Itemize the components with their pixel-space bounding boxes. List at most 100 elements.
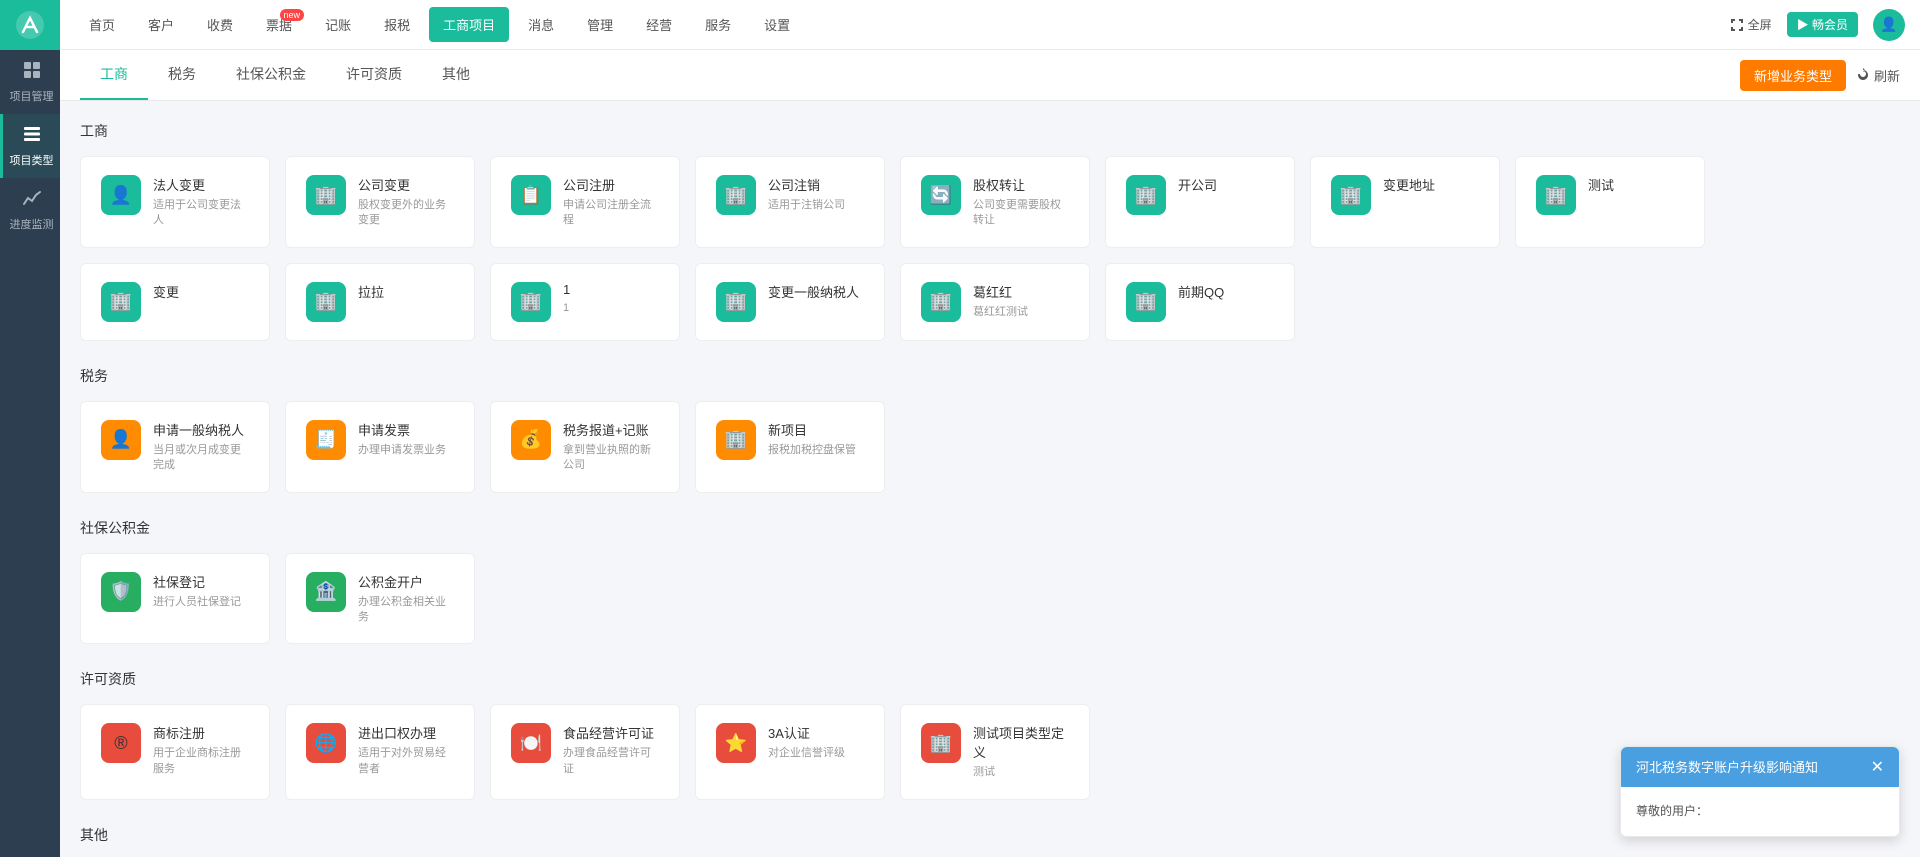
card-new-project[interactable]: 🏢 新项目 报税加税控盘保管: [695, 401, 885, 493]
card-apply-invoice-icon: 🧾: [306, 420, 346, 460]
card-apply-taxpayer-icon: 👤: [101, 420, 141, 460]
social-cards: 🛡️ 社保登记 进行人员社保登记 🏦 公积金开户 办理公积金相关业务: [80, 553, 1900, 645]
card-food-license-icon: 🍽️: [511, 723, 551, 763]
card-apply-invoice-desc: 办理申请发票业务: [358, 443, 454, 458]
card-early-qq[interactable]: 🏢 前期QQ: [1105, 263, 1295, 341]
card-social-register-desc: 进行人员社保登记: [153, 595, 249, 610]
sidebar-item-project-type[interactable]: 项目类型: [0, 114, 60, 178]
vip-button[interactable]: ▶ 畅会员: [1787, 12, 1858, 37]
card-one-desc: 1: [563, 301, 659, 316]
tickets-badge: new: [280, 9, 305, 21]
card-social-register-icon: 🛡️: [101, 572, 141, 612]
card-one-icon: 🏢: [511, 282, 551, 322]
card-apply-invoice[interactable]: 🧾 申请发票 办理申请发票业务: [285, 401, 475, 493]
card-change-name: 变更: [153, 282, 249, 301]
sidebar-item-progress-monitor[interactable]: 进度监测: [0, 178, 60, 242]
content-area: 工商 税务 社保公积金 许可资质 其他 新增业务类型 刷新 工商: [60, 50, 1920, 857]
card-open-company[interactable]: 🏢 开公司: [1105, 156, 1295, 248]
card-company-cancel[interactable]: 🏢 公司注销 适用于注销公司: [695, 156, 885, 248]
card-change-taxpayer-icon: 🏢: [716, 282, 756, 322]
tab-social-fund[interactable]: 社保公积金: [216, 50, 326, 100]
card-import-export[interactable]: 🌐 进出口权办理 适用于对外贸易经营者: [285, 704, 475, 799]
nav-accounting[interactable]: 记账: [311, 7, 365, 42]
nav-tax[interactable]: 报税: [370, 7, 424, 42]
avatar[interactable]: 👤: [1873, 9, 1905, 41]
card-company-change-name: 公司变更: [358, 175, 454, 194]
card-legal-change-desc: 适用于公司变更法人: [153, 198, 249, 229]
card-tax-accounting[interactable]: 💰 税务报道+记账 拿到营业执照的新公司: [490, 401, 680, 493]
card-gehonghong-name: 葛红红: [973, 282, 1069, 301]
refresh-button[interactable]: 刷新: [1856, 66, 1900, 85]
industry-section-title: 工商: [80, 121, 1900, 141]
card-new-project-icon: 🏢: [716, 420, 756, 460]
vip-label: 畅会员: [1812, 18, 1848, 32]
tax-section-title: 税务: [80, 366, 1900, 386]
new-type-button[interactable]: 新增业务类型: [1740, 60, 1846, 91]
card-equity-transfer[interactable]: 🔄 股权转让 公司变更需要股权转让: [900, 156, 1090, 248]
card-test[interactable]: 🏢 测试: [1515, 156, 1705, 248]
tab-other[interactable]: 其他: [422, 50, 490, 100]
notification-close-button[interactable]: ✕: [1871, 757, 1884, 777]
nav-billing[interactable]: 收费: [193, 7, 247, 42]
card-change-icon: 🏢: [101, 282, 141, 322]
card-apply-invoice-name: 申请发票: [358, 420, 454, 439]
card-early-qq-name: 前期QQ: [1178, 282, 1274, 301]
card-change-taxpayer[interactable]: 🏢 变更一般纳税人: [695, 263, 885, 341]
card-company-register-icon: 📋: [511, 175, 551, 215]
nav-customer[interactable]: 客户: [134, 7, 188, 42]
nav-operations[interactable]: 经营: [632, 7, 686, 42]
card-trademark[interactable]: ® 商标注册 用于企业商标注册服务: [80, 704, 270, 799]
card-social-register[interactable]: 🛡️ 社保登记 进行人员社保登记: [80, 553, 270, 645]
avatar-icon: 👤: [1880, 16, 1897, 33]
card-company-change[interactable]: 🏢 公司变更 股权变更外的业务变更: [285, 156, 475, 248]
card-3a-cert[interactable]: ⭐ 3A认证 对企业信誉评级: [695, 704, 885, 799]
refresh-icon: [1856, 68, 1870, 82]
card-equity-transfer-name: 股权转让: [973, 175, 1069, 194]
social-section-title: 社保公积金: [80, 518, 1900, 538]
card-apply-taxpayer-desc: 当月或次月成变更完成: [153, 443, 249, 474]
card-legal-change-icon: 👤: [101, 175, 141, 215]
page-content: 工商 👤 法人变更 适用于公司变更法人 🏢 公司变更 股权变更外的业务变更: [60, 101, 1920, 857]
refresh-label: 刷新: [1874, 66, 1900, 85]
card-fund-account[interactable]: 🏦 公积金开户 办理公积金相关业务: [285, 553, 475, 645]
nav-settings[interactable]: 设置: [750, 7, 804, 42]
tab-license[interactable]: 许可资质: [326, 50, 422, 100]
nav-industry[interactable]: 工商项目: [429, 7, 509, 42]
nav-tickets[interactable]: 票据 new: [252, 7, 306, 42]
card-gehonghong[interactable]: 🏢 葛红红 葛红红测试: [900, 263, 1090, 341]
card-test-type-def-desc: 测试: [973, 765, 1069, 780]
sidebar-item-project-type-label: 项目类型: [10, 152, 54, 168]
card-new-project-desc: 报税加税控盘保管: [768, 443, 864, 458]
card-one[interactable]: 🏢 1 1: [490, 263, 680, 341]
card-company-cancel-desc: 适用于注销公司: [768, 198, 864, 213]
nav-messages[interactable]: 消息: [514, 7, 568, 42]
tab-industry[interactable]: 工商: [80, 50, 148, 100]
card-import-export-desc: 适用于对外贸易经营者: [358, 746, 454, 777]
fullscreen-button[interactable]: 全屏: [1730, 16, 1772, 33]
sidebar-item-project-mgmt[interactable]: 项目管理: [0, 50, 60, 114]
project-mgmt-icon: [22, 60, 42, 85]
card-apply-taxpayer[interactable]: 👤 申请一般纳税人 当月或次月成变更完成: [80, 401, 270, 493]
card-trademark-icon: ®: [101, 723, 141, 763]
card-test-type-def[interactable]: 🏢 测试项目类型定义 测试: [900, 704, 1090, 799]
card-food-license[interactable]: 🍽️ 食品经营许可证 办理食品经营许可证: [490, 704, 680, 799]
card-change[interactable]: 🏢 变更: [80, 263, 270, 341]
card-change-address[interactable]: 🏢 变更地址: [1310, 156, 1500, 248]
card-company-register[interactable]: 📋 公司注册 申请公司注册全流程: [490, 156, 680, 248]
sidebar: 项目管理 项目类型 进度监测: [0, 0, 60, 857]
nav-management[interactable]: 管理: [573, 7, 627, 42]
card-change-address-name: 变更地址: [1383, 175, 1479, 194]
project-type-icon: [22, 124, 42, 149]
nav-home[interactable]: 首页: [75, 7, 129, 42]
nav-services[interactable]: 服务: [691, 7, 745, 42]
card-legal-change[interactable]: 👤 法人变更 适用于公司变更法人: [80, 156, 270, 248]
card-lala[interactable]: 🏢 拉拉: [285, 263, 475, 341]
industry-cards: 👤 法人变更 适用于公司变更法人 🏢 公司变更 股权变更外的业务变更 📋: [80, 156, 1900, 341]
card-gehonghong-desc: 葛红红测试: [973, 305, 1069, 320]
card-trademark-desc: 用于企业商标注册服务: [153, 746, 249, 777]
card-early-qq-icon: 🏢: [1126, 282, 1166, 322]
card-apply-taxpayer-name: 申请一般纳税人: [153, 420, 249, 439]
notification-popup: 河北税务数字账户升级影响通知 ✕ 尊敬的用户：: [1620, 746, 1900, 837]
tab-tax[interactable]: 税务: [148, 50, 216, 100]
notification-header: 河北税务数字账户升级影响通知 ✕: [1621, 747, 1899, 787]
